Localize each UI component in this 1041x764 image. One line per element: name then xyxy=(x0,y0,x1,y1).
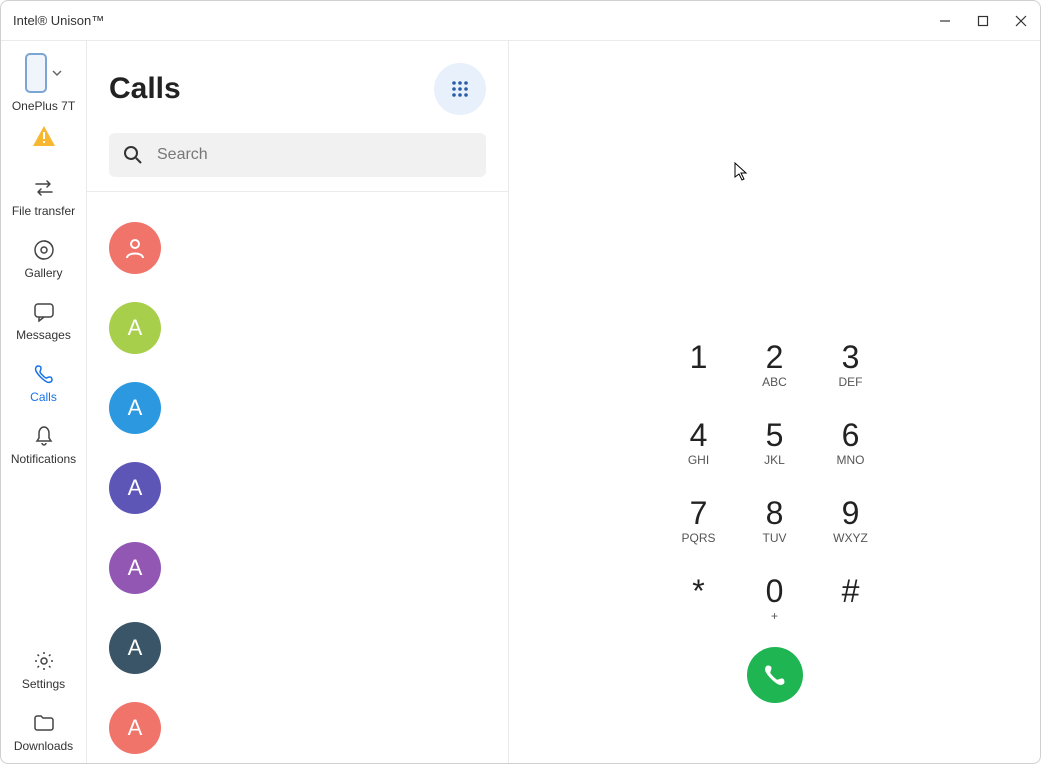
dialpad-key-2[interactable]: 2 ABC xyxy=(737,341,813,399)
avatar xyxy=(109,222,161,274)
sidebar-item-label: Settings xyxy=(22,677,65,691)
window-title: Intel® Unison™ xyxy=(13,13,104,28)
key-digit: 8 xyxy=(766,497,784,529)
sidebar-item-label: Gallery xyxy=(24,266,62,280)
key-letters: ABC xyxy=(762,375,787,389)
contact-row[interactable]: A xyxy=(109,688,486,763)
maximize-button[interactable] xyxy=(976,14,990,28)
contact-row[interactable] xyxy=(109,208,486,288)
transfer-icon xyxy=(33,176,55,200)
contacts-pane: Calls AAAAAA xyxy=(87,41,509,763)
close-button[interactable] xyxy=(1014,14,1028,28)
dialpad-icon xyxy=(449,78,471,100)
contacts-header: Calls xyxy=(87,41,508,192)
search-input[interactable] xyxy=(157,146,472,164)
device-selector[interactable]: OnePlus 7T xyxy=(12,53,75,113)
contact-row[interactable]: A xyxy=(109,528,486,608)
contact-row[interactable]: A xyxy=(109,368,486,448)
dialpad-key-8[interactable]: 8 TUV xyxy=(737,497,813,555)
sidebar-item-downloads[interactable]: Downloads xyxy=(1,701,86,763)
dialpad-key-1[interactable]: 1 xyxy=(661,341,737,399)
key-letters: DEF xyxy=(839,375,863,389)
sidebar-item-label: Notifications xyxy=(11,452,76,466)
key-digit: 1 xyxy=(690,341,708,373)
page-title: Calls xyxy=(109,72,181,106)
avatar: A xyxy=(109,622,161,674)
dialpad-toggle-button[interactable] xyxy=(434,63,486,115)
warning-icon[interactable] xyxy=(32,125,56,152)
key-digit: 3 xyxy=(842,341,860,373)
key-letters: MNO xyxy=(837,453,865,467)
avatar: A xyxy=(109,462,161,514)
key-letters: TUV xyxy=(763,531,787,545)
dialer-pane: 12ABC3DEF4GHI5JKL6MNO7PQRS8TUV9WXYZ*0+# xyxy=(509,41,1040,763)
phone-icon xyxy=(25,53,47,93)
key-digit: * xyxy=(692,575,704,607)
key-digit: 5 xyxy=(766,419,784,451)
key-letters: + xyxy=(771,609,778,623)
sidebar-item-file-transfer[interactable]: File transfer xyxy=(1,166,86,228)
avatar: A xyxy=(109,542,161,594)
dialpad-key-4[interactable]: 4 GHI xyxy=(661,419,737,477)
contact-row[interactable]: A xyxy=(109,608,486,688)
dialpad-key-3[interactable]: 3 DEF xyxy=(813,341,889,399)
folder-icon xyxy=(33,711,55,735)
key-digit: 7 xyxy=(690,497,708,529)
sidebar-item-label: Messages xyxy=(16,328,71,342)
sidebar-item-label: Downloads xyxy=(14,739,73,753)
search-box[interactable] xyxy=(109,133,486,177)
key-letters: GHI xyxy=(688,453,709,467)
sidebar-item-label: Calls xyxy=(30,390,57,404)
gallery-icon xyxy=(33,238,55,262)
key-digit: # xyxy=(842,575,860,607)
calls-icon xyxy=(33,362,55,386)
minimize-button[interactable] xyxy=(938,14,952,28)
contact-row[interactable]: A xyxy=(109,448,486,528)
device-name: OnePlus 7T xyxy=(12,99,75,113)
window-controls xyxy=(938,14,1028,28)
titlebar: Intel® Unison™ xyxy=(1,1,1040,41)
dialpad-key-0[interactable]: 0+ xyxy=(737,575,813,633)
dialpad-key-#[interactable]: # xyxy=(813,575,889,633)
contacts-list[interactable]: AAAAAA xyxy=(87,192,508,763)
sidebar-item-notifications[interactable]: Notifications xyxy=(1,414,86,476)
avatar: A xyxy=(109,382,161,434)
phone-icon xyxy=(762,662,788,688)
dialpad-key-7[interactable]: 7 PQRS xyxy=(661,497,737,555)
sidebar-item-calls[interactable]: Calls xyxy=(1,352,86,414)
call-button[interactable] xyxy=(747,647,803,703)
gear-icon xyxy=(33,649,55,673)
sidebar-item-label: File transfer xyxy=(12,204,75,218)
avatar: A xyxy=(109,302,161,354)
key-digit: 0 xyxy=(766,575,784,607)
avatar: A xyxy=(109,702,161,754)
dialpad-key-5[interactable]: 5 JKL xyxy=(737,419,813,477)
sidebar: OnePlus 7T File transfer Gallery Message… xyxy=(1,41,87,763)
key-digit: 9 xyxy=(842,497,860,529)
key-digit: 4 xyxy=(690,419,708,451)
messages-icon xyxy=(33,300,55,324)
bell-icon xyxy=(34,424,54,448)
dialpad-key-6[interactable]: 6 MNO xyxy=(813,419,889,477)
key-letters: WXYZ xyxy=(833,531,868,545)
dialpad-key-9[interactable]: 9 WXYZ xyxy=(813,497,889,555)
key-letters: JKL xyxy=(764,453,785,467)
dialpad: 12ABC3DEF4GHI5JKL6MNO7PQRS8TUV9WXYZ*0+# xyxy=(661,341,889,633)
sidebar-item-messages[interactable]: Messages xyxy=(1,290,86,352)
sidebar-item-settings[interactable]: Settings xyxy=(1,639,86,701)
chevron-down-icon xyxy=(51,67,63,79)
dialpad-key-*[interactable]: * xyxy=(661,575,737,633)
key-digit: 2 xyxy=(766,341,784,373)
key-digit: 6 xyxy=(842,419,860,451)
search-icon xyxy=(123,145,143,165)
contact-row[interactable]: A xyxy=(109,288,486,368)
key-letters: PQRS xyxy=(681,531,715,545)
sidebar-item-gallery[interactable]: Gallery xyxy=(1,228,86,290)
